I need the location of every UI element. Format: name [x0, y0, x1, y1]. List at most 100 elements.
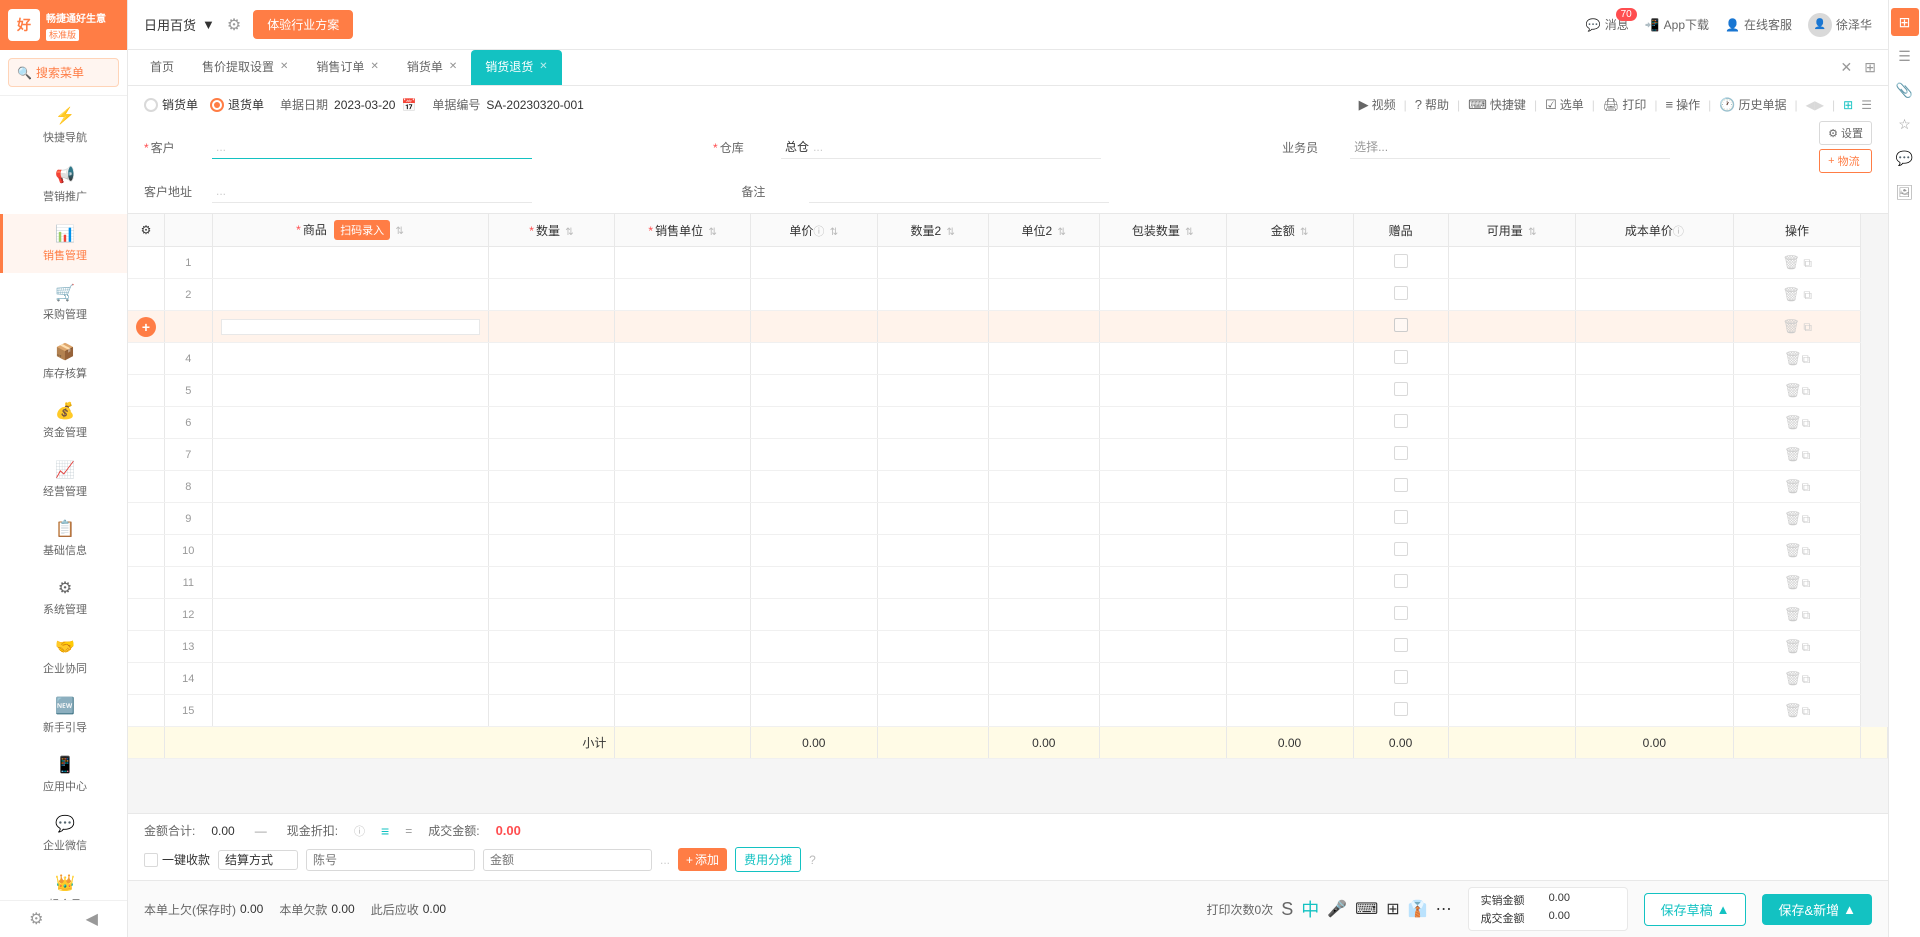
row-3-amount[interactable] — [1226, 311, 1353, 343]
collapse-icon[interactable]: ◀ — [86, 909, 98, 929]
sidebar-item-operations[interactable]: 📈 经营管理 — [0, 450, 127, 509]
sidebar-item-guide[interactable]: 🆕 新手引导 — [0, 686, 127, 745]
row-2-unit[interactable] — [615, 279, 750, 311]
row-4-delete[interactable]: 🗑 — [1784, 350, 1802, 366]
row-3-cost[interactable] — [1575, 311, 1734, 343]
row-3-avail[interactable] — [1448, 311, 1575, 343]
row-1-amount[interactable] — [1226, 247, 1353, 279]
row-9-gift-checkbox[interactable] — [1394, 510, 1408, 524]
row-1-unit[interactable] — [615, 247, 750, 279]
settings-action-button[interactable]: ⚙ 设置 — [1819, 121, 1872, 145]
pay-method-select[interactable]: 结算方式 — [218, 850, 298, 870]
toolbar-print[interactable]: 🖨 打印 — [1603, 96, 1647, 113]
row-2-pack[interactable] — [1099, 279, 1226, 311]
sogou-icon[interactable]: S — [1281, 899, 1293, 920]
pack-sort-icon[interactable]: ⇅ — [1185, 227, 1193, 238]
col-settings[interactable]: ⚙ — [128, 214, 165, 247]
tab-close-sale-goods[interactable]: ✕ — [449, 61, 457, 72]
row-6-delete[interactable]: 🗑 — [1784, 414, 1802, 430]
row-8-delete[interactable]: 🗑 — [1784, 478, 1802, 494]
sidebar-item-system[interactable]: ⚙ 系统管理 — [0, 568, 127, 627]
row-2-avail[interactable] — [1448, 279, 1575, 311]
row-1-qty[interactable] — [488, 247, 615, 279]
view-toggle-grid[interactable]: ⊞ — [1843, 98, 1853, 112]
settings-bottom-icon[interactable]: ⚙ — [29, 909, 43, 929]
row-10-delete[interactable]: 🗑 — [1784, 542, 1802, 558]
save-new-button[interactable]: 保存&新增 ▲ — [1762, 894, 1872, 925]
row-2-amount[interactable] — [1226, 279, 1353, 311]
row-7-copy[interactable]: ⧉ — [1802, 448, 1811, 462]
toolbar-history[interactable]: 🕐 历史单据 — [1719, 96, 1786, 113]
sidebar-item-inventory[interactable]: 📦 库存核算 — [0, 332, 127, 391]
toolbar-operate[interactable]: ≡ 操作 — [1666, 96, 1701, 113]
unit-sort-icon[interactable]: ⇅ — [708, 227, 716, 238]
row-3-unit[interactable] — [615, 311, 750, 343]
right-sidebar-grid-view[interactable]: ⊞ — [1891, 8, 1919, 36]
warehouse-input[interactable]: 总仓 ... — [781, 135, 1101, 159]
row-14-copy[interactable]: ⧉ — [1802, 672, 1811, 686]
sidebar-item-basic-info[interactable]: 📋 基础信息 — [0, 509, 127, 568]
row-8-gift-checkbox[interactable] — [1394, 478, 1408, 492]
row-7-gift-checkbox[interactable] — [1394, 446, 1408, 460]
tab-close-sale-price[interactable]: ✕ — [280, 61, 288, 72]
row-1-avail[interactable] — [1448, 247, 1575, 279]
row-12-copy[interactable]: ⧉ — [1802, 608, 1811, 622]
row-3-delete-icon[interactable]: 🗑 — [1782, 318, 1800, 334]
row-2-unit2[interactable] — [988, 279, 1099, 311]
experience-button[interactable]: 体验行业方案 — [253, 10, 353, 39]
row-2-qty2[interactable] — [877, 279, 988, 311]
row-1-copy-icon[interactable]: ⧉ — [1803, 256, 1812, 270]
add-row-button[interactable]: + — [136, 317, 156, 337]
row-3-gift-checkbox[interactable] — [1394, 318, 1408, 332]
row-1-cost[interactable] — [1575, 247, 1734, 279]
row-3-product[interactable] — [212, 311, 488, 343]
row-2-gift-checkbox[interactable] — [1394, 286, 1408, 300]
row-2-gift[interactable] — [1353, 279, 1448, 311]
help-bottom-icon[interactable]: ? — [809, 853, 816, 867]
product-sort-icon[interactable]: ⇅ — [396, 226, 404, 237]
row-11-gift-checkbox[interactable] — [1394, 574, 1408, 588]
sidebar-item-marketing[interactable]: 📢 营销推广 — [0, 155, 127, 214]
user-profile[interactable]: 👤 徐泽华 — [1808, 13, 1872, 37]
tab-sale-return[interactable]: 销货退货 ✕ — [471, 50, 561, 85]
unit2-sort-icon[interactable]: ⇅ — [1058, 227, 1066, 238]
right-sidebar-message[interactable]: 💬 — [1891, 144, 1919, 172]
qty-sort-icon[interactable]: ⇅ — [565, 227, 573, 238]
grid-icon[interactable]: ⊞ — [1386, 899, 1399, 919]
row-3-price[interactable] — [750, 311, 877, 343]
save-draft-button[interactable]: 保存草稿 ▲ — [1644, 893, 1747, 926]
mic-icon[interactable]: 🎤 — [1327, 899, 1347, 919]
radio-return[interactable]: 退货单 — [210, 96, 264, 113]
search-menu-button[interactable]: 🔍 搜索菜单 — [8, 58, 119, 87]
logistics-button[interactable]: + 物流 — [1819, 149, 1872, 173]
price-info-icon[interactable]: ⓘ — [813, 226, 824, 238]
row-1-price[interactable] — [750, 247, 877, 279]
sidebar-item-purchase[interactable]: 🛒 采购管理 — [0, 273, 127, 332]
row-12-delete[interactable]: 🗑 — [1784, 606, 1802, 622]
row-14-delete[interactable]: 🗑 — [1784, 670, 1802, 686]
zhongyi-icon[interactable]: 中 — [1301, 896, 1319, 922]
row-9-delete[interactable]: 🗑 — [1784, 510, 1802, 526]
sidebar-item-member[interactable]: 👑 畅会员 — [0, 863, 127, 900]
remark-input[interactable] — [809, 179, 1109, 203]
salesperson-input[interactable]: 选择... — [1350, 135, 1670, 159]
row-1-gift-checkbox[interactable] — [1394, 254, 1408, 268]
row-8-copy[interactable]: ⧉ — [1802, 480, 1811, 494]
online-service-button[interactable]: 👤 在线客服 — [1725, 16, 1792, 33]
calendar-icon[interactable]: 📅 — [401, 98, 416, 112]
row-2-product[interactable] — [212, 279, 488, 311]
row-7-delete[interactable]: 🗑 — [1784, 446, 1802, 462]
row-3-copy-icon[interactable]: ⧉ — [1803, 320, 1812, 334]
customer-input[interactable]: ... — [212, 135, 532, 159]
row-3-pack[interactable] — [1099, 311, 1226, 343]
tab-sale-goods[interactable]: 销货单 ✕ — [393, 50, 471, 85]
row-9-copy[interactable]: ⧉ — [1802, 512, 1811, 526]
row-4-gift-checkbox[interactable] — [1394, 350, 1408, 364]
row-4-copy[interactable]: ⧉ — [1802, 352, 1811, 366]
row-1-product[interactable] — [212, 247, 488, 279]
more-icon[interactable]: ⋯ — [1436, 899, 1452, 919]
row-13-copy[interactable]: ⧉ — [1802, 640, 1811, 654]
toolbar-select[interactable]: ☑ 选单 — [1545, 96, 1584, 113]
right-sidebar-list-view[interactable]: ☰ — [1891, 42, 1919, 70]
row-3-product-input[interactable] — [221, 319, 480, 335]
